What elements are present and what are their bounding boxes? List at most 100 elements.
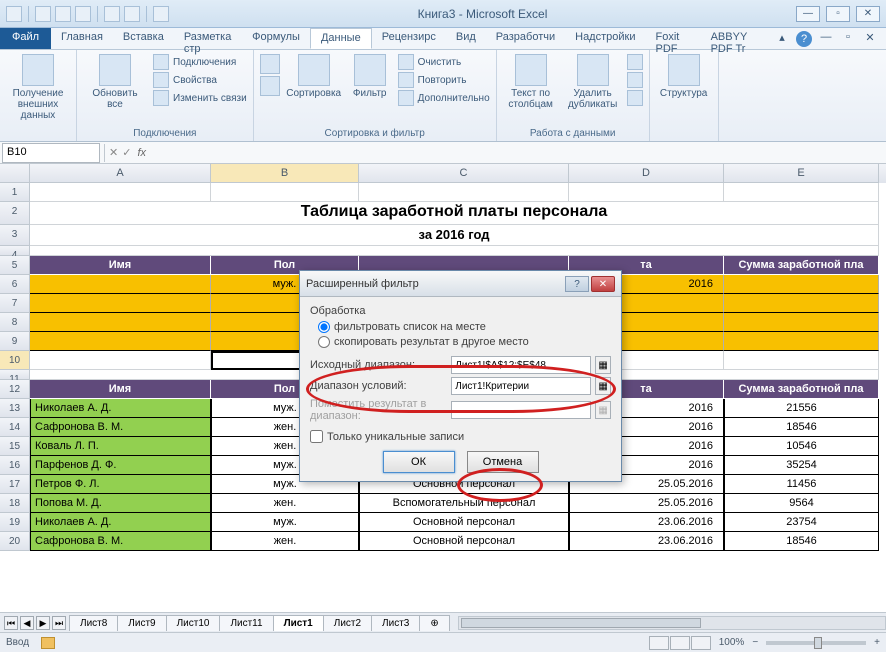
scroll-thumb[interactable] [461, 618, 701, 628]
cell-name[interactable]: Сафронова В. М. [30, 418, 211, 437]
cell-category[interactable]: Основной персонал [359, 513, 569, 532]
row-header[interactable]: 10 [0, 351, 30, 370]
structure-button[interactable]: Структура [656, 54, 712, 99]
cell[interactable] [211, 183, 359, 202]
cancel-button[interactable]: Отмена [467, 451, 539, 473]
view-pagebreak-button[interactable] [691, 636, 711, 650]
cell-category[interactable]: Основной персонал [359, 532, 569, 551]
row-header[interactable]: 17 [0, 475, 30, 494]
header-name[interactable]: Имя [30, 380, 211, 399]
properties-button[interactable]: Свойства [153, 72, 247, 88]
dialog-help-button[interactable]: ? [565, 276, 589, 292]
cell[interactable] [724, 275, 879, 294]
tab-insert[interactable]: Вставка [113, 28, 174, 49]
cell-name[interactable]: Попова М. Д. [30, 494, 211, 513]
zoom-level[interactable]: 100% [719, 637, 745, 648]
ref-select-button[interactable]: ▦ [595, 377, 611, 395]
cell-date[interactable]: 23.06.2016 [569, 532, 724, 551]
sheet-tab[interactable]: Лист1 [273, 615, 324, 631]
cell-sum[interactable]: 11456 [724, 475, 879, 494]
tab-nav-last[interactable]: ⏭ [52, 616, 66, 630]
cell-name[interactable]: Коваль Л. П. [30, 437, 211, 456]
cell-date[interactable]: 25.05.2016 [569, 494, 724, 513]
close-button[interactable]: ✕ [856, 6, 880, 22]
row-header[interactable]: 5 [0, 256, 30, 275]
workbook-close-icon[interactable]: ✕ [862, 31, 878, 47]
cell[interactable] [30, 313, 211, 332]
checkbox-input[interactable] [310, 430, 323, 443]
cell-name[interactable]: Николаев А. Д. [30, 513, 211, 532]
tab-formulas[interactable]: Формулы [242, 28, 310, 49]
edit-links-button[interactable]: Изменить связи [153, 90, 247, 106]
cell-sum[interactable]: 35254 [724, 456, 879, 475]
cell-date[interactable]: 23.06.2016 [569, 513, 724, 532]
unique-records-checkbox[interactable]: Только уникальные записи [310, 430, 611, 443]
cell-name[interactable]: Парфенов Д. Ф. [30, 456, 211, 475]
row-header[interactable]: 15 [0, 437, 30, 456]
row-header[interactable]: 16 [0, 456, 30, 475]
row-header[interactable]: 12 [0, 380, 30, 399]
restore-button[interactable]: ▫ [826, 6, 850, 22]
zoom-slider[interactable] [766, 641, 866, 645]
view-normal-button[interactable] [649, 636, 669, 650]
workbook-min-icon[interactable]: — [818, 31, 834, 47]
row-header[interactable]: 8 [0, 313, 30, 332]
tab-layout[interactable]: Разметка стр [174, 28, 242, 49]
row-header[interactable]: 1 [0, 183, 30, 202]
row-header[interactable]: 18 [0, 494, 30, 513]
connections-button[interactable]: Подключения [153, 54, 247, 70]
cell[interactable] [30, 246, 879, 256]
list-range-input[interactable] [451, 356, 591, 374]
row-header[interactable]: 7 [0, 294, 30, 313]
cell[interactable] [724, 351, 879, 370]
row-header[interactable]: 3 [0, 225, 30, 246]
cell[interactable] [724, 313, 879, 332]
text-to-columns-button[interactable]: Текст по столбцам [503, 54, 559, 110]
cell-sum[interactable]: 18546 [724, 532, 879, 551]
cell[interactable] [30, 351, 211, 370]
cell-sum[interactable]: 21556 [724, 399, 879, 418]
radio-filter-in-place[interactable]: фильтровать список на месте [318, 321, 611, 333]
data-tool-icon[interactable] [627, 90, 643, 106]
tab-foxit[interactable]: Foxit PDF [645, 28, 700, 49]
cell[interactable] [30, 275, 211, 294]
data-tool-icon[interactable] [627, 72, 643, 88]
radio-input[interactable] [318, 336, 330, 348]
refresh-all-button[interactable]: Обновить все [83, 54, 147, 110]
row-header[interactable]: 14 [0, 418, 30, 437]
radio-input[interactable] [318, 321, 330, 333]
reapply-button[interactable]: Повторить [398, 72, 490, 88]
cell[interactable] [30, 183, 211, 202]
qat-icon[interactable] [104, 6, 120, 22]
name-box[interactable]: B10 [2, 143, 100, 163]
tab-nav-prev[interactable]: ◀ [20, 616, 34, 630]
undo-icon[interactable] [55, 6, 71, 22]
sort-button[interactable]: Сортировка [286, 54, 342, 99]
tab-data[interactable]: Данные [310, 28, 372, 49]
cell[interactable] [724, 294, 879, 313]
cell-sum[interactable]: 9564 [724, 494, 879, 513]
zoom-in-button[interactable]: + [874, 637, 880, 648]
workbook-restore-icon[interactable]: ▫ [840, 31, 856, 47]
accept-formula-icon[interactable]: ✓ [122, 146, 131, 159]
col-header-A[interactable]: A [30, 164, 211, 183]
cell-name[interactable]: Николаев А. Д. [30, 399, 211, 418]
file-tab[interactable]: Файл [0, 28, 51, 49]
excel-icon[interactable] [6, 6, 22, 22]
cell-sum[interactable]: 23754 [724, 513, 879, 532]
cell[interactable] [30, 294, 211, 313]
col-header-D[interactable]: D [569, 164, 724, 183]
tab-view[interactable]: Вид [446, 28, 486, 49]
qat-icon[interactable] [124, 6, 140, 22]
cell-category[interactable]: Вспомогательный персонал [359, 494, 569, 513]
tab-home[interactable]: Главная [51, 28, 113, 49]
header-sum[interactable]: Сумма заработной пла [724, 380, 879, 399]
insert-sheet-button[interactable]: ⊕ [419, 615, 449, 631]
advanced-filter-button[interactable]: Дополнительно [398, 90, 490, 106]
tab-nav-next[interactable]: ▶ [36, 616, 50, 630]
table-title[interactable]: Таблица заработной платы персонала [30, 202, 879, 225]
criteria-range-input[interactable] [451, 377, 591, 395]
tab-nav-first[interactable]: ⏮ [4, 616, 18, 630]
row-header[interactable]: 13 [0, 399, 30, 418]
sheet-tab[interactable]: Лист10 [166, 615, 221, 631]
